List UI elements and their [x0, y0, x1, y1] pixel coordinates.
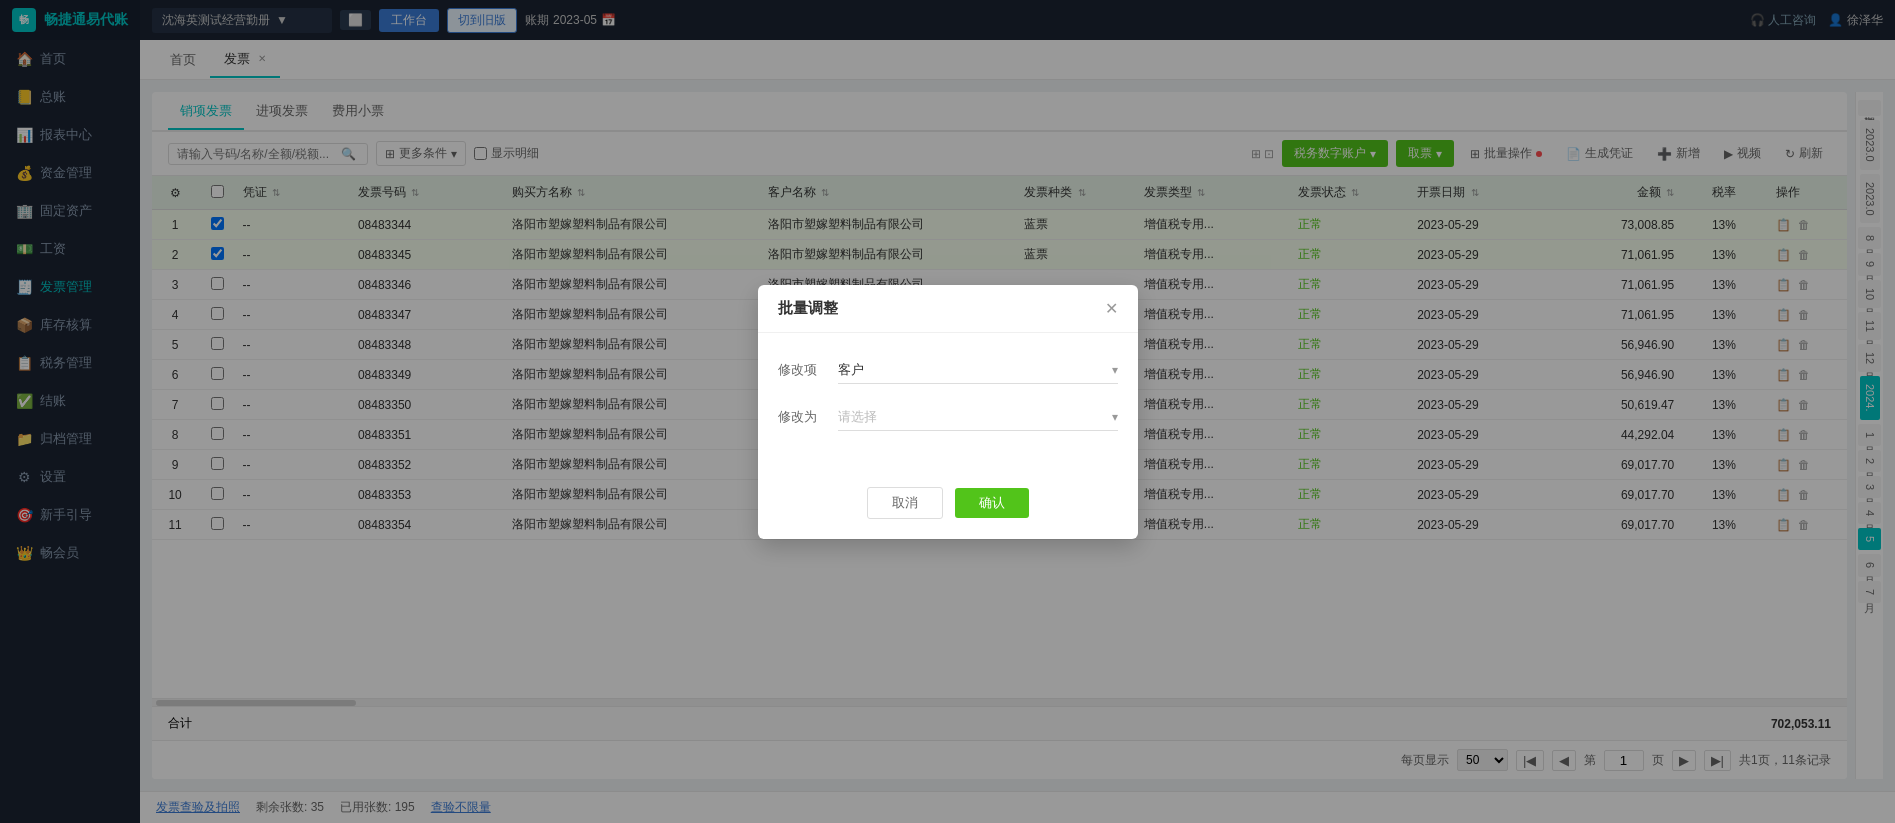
modal-field-select[interactable]: 客户 ▾ — [838, 357, 1118, 384]
modal-change-placeholder: 请选择 — [838, 408, 877, 426]
modal-close-button[interactable]: ✕ — [1105, 299, 1118, 318]
modal-header: 批量调整 ✕ — [758, 285, 1138, 333]
modal-change-select[interactable]: 请选择 ▾ — [838, 404, 1118, 431]
batch-adjust-modal: 批量调整 ✕ 修改项 客户 ▾ 修改为 请选择 ▾ 取消 确认 — [758, 285, 1138, 539]
modal-field-value: 客户 — [838, 361, 864, 379]
modal-title: 批量调整 — [778, 299, 838, 318]
modal-cancel-button[interactable]: 取消 — [867, 487, 943, 519]
modal-confirm-button[interactable]: 确认 — [955, 488, 1029, 518]
modal-footer: 取消 确认 — [758, 475, 1138, 539]
modal-change-arrow: ▾ — [1112, 410, 1118, 424]
modal-field-row: 修改项 客户 ▾ — [778, 357, 1118, 384]
modal-change-label: 修改为 — [778, 408, 838, 426]
modal-field-arrow: ▾ — [1112, 363, 1118, 377]
modal-body: 修改项 客户 ▾ 修改为 请选择 ▾ — [758, 333, 1138, 475]
modal-change-row: 修改为 请选择 ▾ — [778, 404, 1118, 431]
modal-overlay: 批量调整 ✕ 修改项 客户 ▾ 修改为 请选择 ▾ 取消 确认 — [0, 0, 1895, 823]
modal-field-label: 修改项 — [778, 361, 838, 379]
